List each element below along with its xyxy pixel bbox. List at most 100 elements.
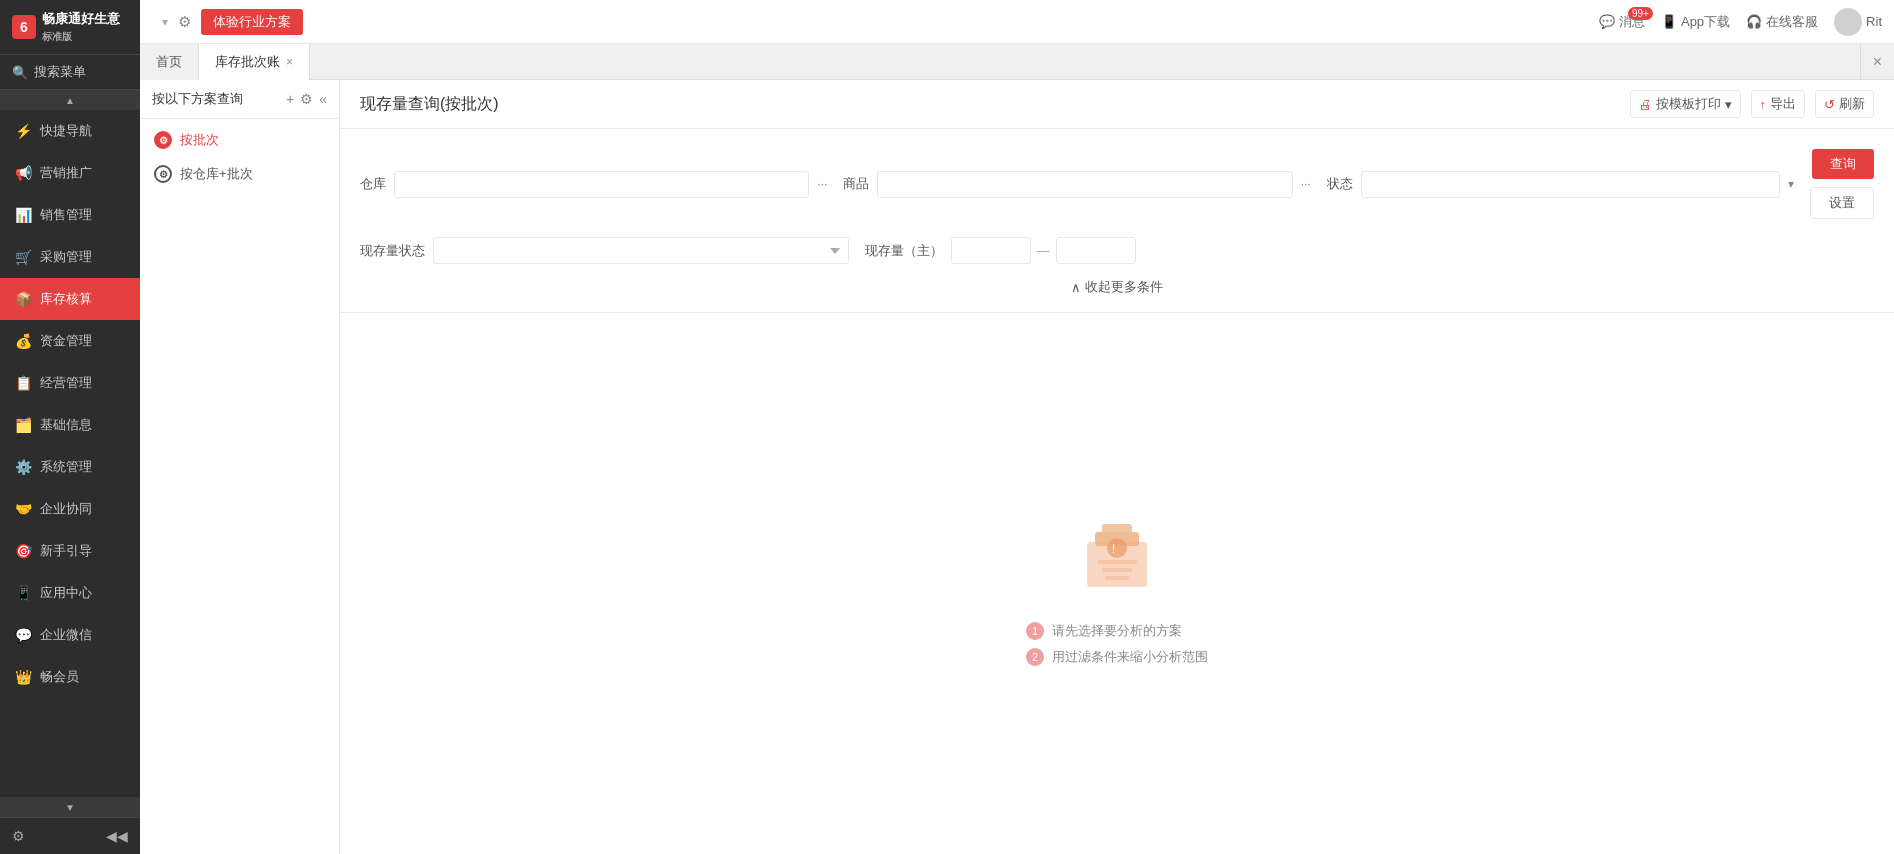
app-edition: 标准版 — [42, 30, 120, 44]
filter-row-2: 现存量状态 现存量（主） — — [360, 237, 1874, 264]
scheme-settings-btn[interactable]: ⚙ — [300, 91, 313, 107]
filter-product: 商品 ··· — [843, 171, 1310, 198]
online-service-icon: 🎧 — [1746, 14, 1762, 29]
empty-tip-1: 1 请先选择要分析的方案 — [1026, 622, 1208, 640]
app-download-action[interactable]: 📱 App下载 — [1661, 13, 1730, 31]
sidebar-item-member[interactable]: 👑 畅会员 — [0, 656, 140, 698]
inventory-status-label: 现存量状态 — [360, 242, 425, 260]
tip-num-2: 2 — [1026, 648, 1044, 666]
search-menu-label: 搜索菜单 — [34, 63, 86, 81]
system-label: 系统管理 — [40, 458, 92, 476]
newbie-icon: 🎯 — [14, 542, 32, 560]
warehouse-more-btn[interactable]: ··· — [817, 177, 827, 191]
quick-nav-icon: ⚡ — [14, 122, 32, 140]
inventory-status-select[interactable] — [433, 237, 849, 264]
collapse-icon: ∧ — [1071, 280, 1081, 295]
refresh-btn[interactable]: ↺ 刷新 — [1815, 90, 1874, 118]
sidebar-item-sales[interactable]: 📊 销售管理 — [0, 194, 140, 236]
marketing-label: 营销推广 — [40, 164, 92, 182]
sidebar-item-newbie[interactable]: 🎯 新手引导 — [0, 530, 140, 572]
sidebar-item-marketing[interactable]: 📢 营销推广 — [0, 152, 140, 194]
warehouse-input[interactable] — [394, 171, 809, 198]
settings-footer-btn[interactable]: ⚙ — [12, 828, 25, 844]
tab-right-close-btn[interactable]: × — [1860, 44, 1894, 80]
product-input[interactable] — [877, 171, 1292, 198]
sidebar-item-apps[interactable]: 📱 应用中心 — [0, 572, 140, 614]
empty-state: ! 1 请先选择要分析的方案 2 用过滤条件来缩小分析范围 — [340, 313, 1894, 854]
settings-btn[interactable]: 设置 — [1810, 187, 1874, 219]
empty-illustration: ! — [1067, 502, 1167, 602]
marketing-icon: 📢 — [14, 164, 32, 182]
purchase-icon: 🛒 — [14, 248, 32, 266]
sidebar-item-operation[interactable]: 📋 经营管理 — [0, 362, 140, 404]
sidebar-item-quick-nav[interactable]: ⚡ 快捷导航 — [0, 110, 140, 152]
sidebar-scroll-down[interactable]: ▼ — [0, 797, 140, 817]
tip-num-1: 1 — [1026, 622, 1044, 640]
add-scheme-btn[interactable]: + — [286, 91, 294, 107]
apps-label: 应用中心 — [40, 584, 92, 602]
scheme-item-by-batch[interactable]: ⚙ 按批次 — [140, 123, 339, 157]
inventory-label: 库存核算 — [40, 290, 92, 308]
finance-icon: 💰 — [14, 332, 32, 350]
sales-icon: 📊 — [14, 206, 32, 224]
sidebar-item-purchase[interactable]: 🛒 采购管理 — [0, 236, 140, 278]
tab-close-icon[interactable]: × — [286, 55, 293, 69]
operation-label: 经营管理 — [40, 374, 92, 392]
online-service-action[interactable]: 🎧 在线客服 — [1746, 13, 1818, 31]
online-service-label: 在线客服 — [1766, 13, 1818, 31]
avatar — [1834, 8, 1862, 36]
sidebar-item-system[interactable]: ⚙️ 系统管理 — [0, 446, 140, 488]
user-avatar-action[interactable]: Rit — [1834, 8, 1882, 36]
search-menu-item[interactable]: 🔍 搜索菜单 — [0, 55, 140, 90]
sidebar-item-collab[interactable]: 🤝 企业协同 — [0, 488, 140, 530]
sidebar-scroll-up[interactable]: ▲ — [0, 90, 140, 110]
content-area: 按以下方案查询 + ⚙ « ⚙ 按批次 ⚙ 按仓库+批次 — [140, 80, 1894, 854]
filter-collapse-btn[interactable]: ∧ 收起更多条件 — [360, 274, 1874, 300]
filter-status: 状态 ▾ — [1327, 171, 1794, 198]
finance-label: 资金管理 — [40, 332, 92, 350]
tip-text-1: 请先选择要分析的方案 — [1052, 622, 1182, 640]
export-btn[interactable]: ↑ 导出 — [1751, 90, 1806, 118]
scheme-item-by-warehouse-batch[interactable]: ⚙ 按仓库+批次 — [140, 157, 339, 191]
print-chevron-icon: ▾ — [1725, 97, 1732, 112]
qty-max-input[interactable] — [1056, 237, 1136, 264]
message-action[interactable]: 💬 消息 99+ — [1599, 13, 1645, 31]
topbar-chevron-icon[interactable]: ▾ — [162, 15, 168, 29]
collab-icon: 🤝 — [14, 500, 32, 518]
tab-home-label: 首页 — [156, 53, 182, 71]
scheme-label-by-warehouse-batch: 按仓库+批次 — [180, 165, 253, 183]
app-logo: 6 畅康通好生意 标准版 — [12, 10, 128, 44]
left-panel-header-actions: + ⚙ « — [286, 91, 327, 107]
status-input[interactable] — [1361, 171, 1780, 198]
print-btn[interactable]: 🖨 按模板打印 ▾ — [1630, 90, 1741, 118]
quick-nav-label: 快捷导航 — [40, 122, 92, 140]
qty-min-input[interactable] — [951, 237, 1031, 264]
topbar-actions: 💬 消息 99+ 📱 App下载 🎧 在线客服 Rit — [1599, 8, 1882, 36]
filter-inventory-qty: 现存量（主） — — [865, 237, 1354, 264]
topbar-gear-icon[interactable]: ⚙ — [178, 13, 191, 31]
trial-button[interactable]: 体验行业方案 — [201, 9, 303, 35]
collapse-panel-btn[interactable]: « — [319, 91, 327, 107]
filter-inventory-status: 现存量状态 — [360, 237, 849, 264]
product-more-btn[interactable]: ··· — [1301, 177, 1311, 191]
collab-label: 企业协同 — [40, 500, 92, 518]
filter-area: 仓库 ··· 商品 ··· 状态 ▾ 查询 — [340, 129, 1894, 313]
page-header: 现存量查询(按批次) 🖨 按模板打印 ▾ ↑ 导出 ↺ 刷新 — [340, 80, 1894, 129]
tab-inventory-batch-label: 库存批次账 — [215, 53, 280, 71]
message-badge: 99+ — [1628, 7, 1653, 20]
user-name-label: Rit — [1866, 14, 1882, 29]
tab-inventory-batch[interactable]: 库存批次账 × — [199, 44, 310, 80]
svg-point-3 — [1107, 538, 1127, 558]
scheme-label-by-batch: 按批次 — [180, 131, 219, 149]
tip-text-2: 用过滤条件来缩小分析范围 — [1052, 648, 1208, 666]
sidebar-item-basic[interactable]: 🗂️ 基础信息 — [0, 404, 140, 446]
basic-icon: 🗂️ — [14, 416, 32, 434]
status-label: 状态 — [1327, 175, 1353, 193]
collapse-sidebar-btn[interactable]: ◀◀ — [106, 828, 128, 844]
tab-home[interactable]: 首页 — [140, 44, 199, 80]
sidebar-item-finance[interactable]: 💰 资金管理 — [0, 320, 140, 362]
query-btn[interactable]: 查询 — [1812, 149, 1874, 179]
sidebar-item-wechat[interactable]: 💬 企业微信 — [0, 614, 140, 656]
sidebar-item-inventory[interactable]: 📦 库存核算 — [0, 278, 140, 320]
status-chevron-icon[interactable]: ▾ — [1788, 177, 1794, 191]
